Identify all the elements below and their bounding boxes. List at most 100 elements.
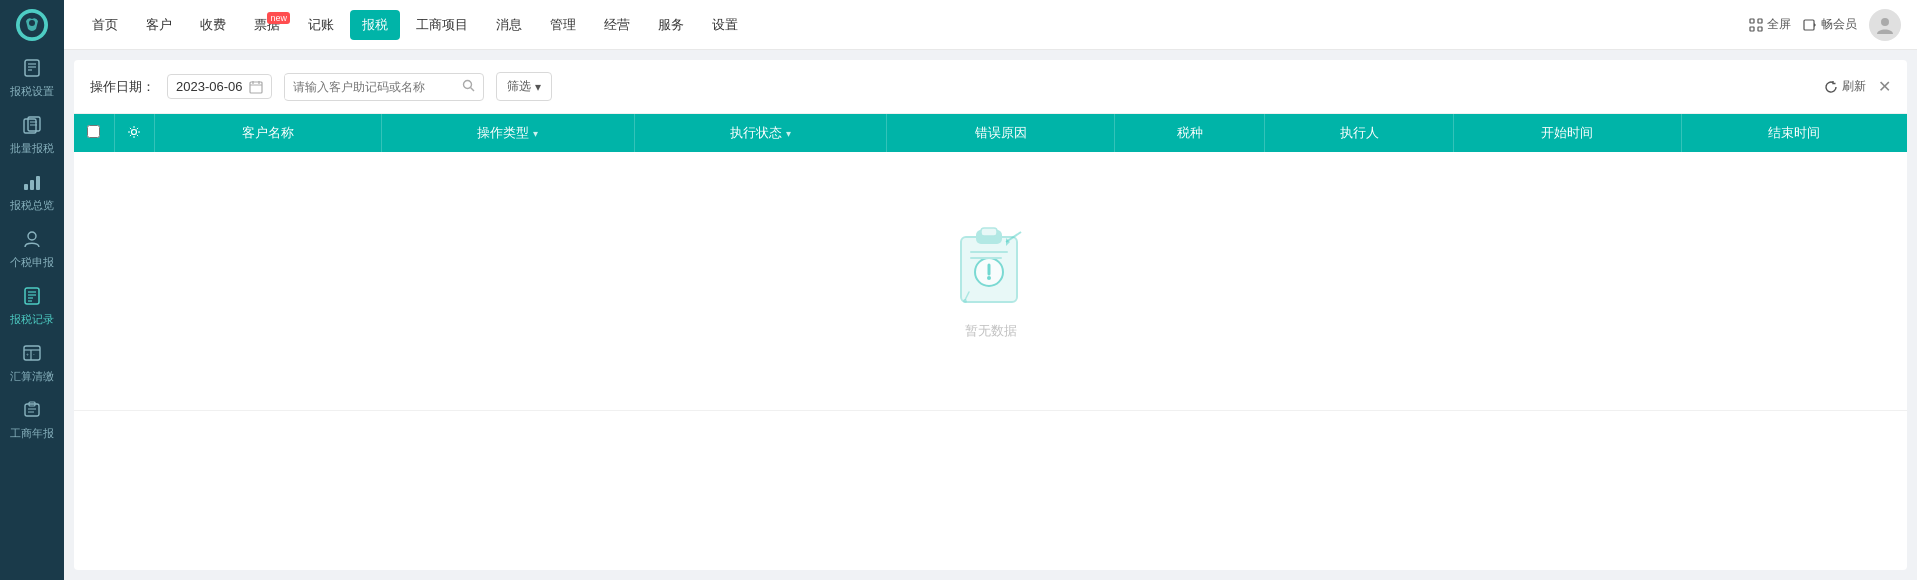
- refresh-label: 刷新: [1842, 78, 1866, 95]
- logo-icon: [16, 9, 48, 41]
- calendar-icon: [249, 80, 263, 94]
- nav-right: 全屏 畅会员: [1749, 9, 1901, 41]
- nav-item-kehu[interactable]: 客户: [134, 10, 184, 40]
- sidebar-item-baoshui-shezhi[interactable]: 报税设置: [0, 50, 64, 107]
- sidebar-item-label: 报税设置: [10, 84, 54, 99]
- empty-state-cell: 暂无数据: [74, 152, 1907, 411]
- sidebar-item-baoshui-jilu[interactable]: 报税记录: [0, 278, 64, 335]
- svg-line-41: [470, 87, 474, 91]
- nav-item-shezhi[interactable]: 设置: [700, 10, 750, 40]
- sort-icon: ▾: [533, 128, 538, 139]
- search-button[interactable]: [454, 74, 483, 100]
- sidebar-logo: [0, 0, 64, 50]
- sidebar-item-label: 批量报税: [10, 141, 54, 156]
- nav-item-piaoju[interactable]: 票据 new: [242, 10, 292, 40]
- member-btn[interactable]: 畅会员: [1803, 16, 1857, 33]
- video-icon: [1803, 18, 1817, 32]
- sidebar-item-baoshui-zonglang[interactable]: 报税总览: [0, 164, 64, 221]
- filter-label: 筛选: [507, 78, 531, 95]
- th-jieshu-shijian: 结束时间: [1681, 114, 1907, 152]
- chevron-down-icon: ▾: [535, 80, 541, 94]
- svg-point-1: [29, 20, 35, 26]
- refresh-button[interactable]: 刷新: [1824, 78, 1866, 95]
- filter-button[interactable]: 筛选 ▾: [496, 72, 552, 101]
- th-zhixingren: 执行人: [1265, 114, 1454, 152]
- sort-icon: ▾: [786, 128, 791, 139]
- sidebar-item-gongshang-nianbao[interactable]: 工商年报: [0, 392, 64, 449]
- svg-point-42: [132, 129, 137, 134]
- nav-item-guanli[interactable]: 管理: [538, 10, 588, 40]
- sidebar-item-label: 报税总览: [10, 198, 54, 213]
- svg-point-48: [987, 276, 991, 280]
- svg-rect-29: [1758, 19, 1762, 23]
- svg-rect-36: [250, 82, 262, 93]
- nav-item-shouye[interactable]: 首页: [80, 10, 130, 40]
- svg-rect-14: [25, 288, 39, 304]
- nav-item-jizhang[interactable]: 记账: [296, 10, 346, 40]
- settings-icon: [127, 125, 141, 139]
- main-panel: 操作日期： 2023-06-06: [74, 60, 1907, 570]
- sidebar-item-label: 报税记录: [10, 312, 54, 327]
- empty-state-row: 暂无数据: [74, 152, 1907, 411]
- sidebar: 报税设置 批量报税 报税总览: [0, 0, 64, 580]
- piaoju-new-badge: new: [267, 12, 290, 25]
- th-checkbox[interactable]: [74, 114, 114, 152]
- geshuishenqing-icon: [22, 229, 42, 252]
- table-header-row: 客户名称 操作类型 ▾ 执行状态 ▾ 错误原因 税种 执行人: [74, 114, 1907, 152]
- sidebar-item-huisuan-jiaoshu[interactable]: + - 汇算清缴: [0, 335, 64, 392]
- th-zhixing-zhuangtai[interactable]: 执行状态 ▾: [634, 114, 887, 152]
- baoshui-jilu-icon: [22, 286, 42, 309]
- nav-item-baoshui[interactable]: 报税: [350, 10, 400, 40]
- baoshui-zonglang-icon: [22, 172, 42, 195]
- th-shuizhong: 税种: [1114, 114, 1265, 152]
- baoshui-shezhi-icon: [22, 58, 42, 81]
- svg-rect-2: [25, 60, 39, 76]
- svg-text:+: +: [26, 351, 29, 357]
- select-all-checkbox[interactable]: [87, 125, 100, 138]
- nav-item-shoufei[interactable]: 收费: [188, 10, 238, 40]
- svg-rect-30: [1750, 27, 1754, 31]
- nav-item-fuwu[interactable]: 服务: [646, 10, 696, 40]
- svg-point-54: [963, 299, 967, 303]
- date-value: 2023-06-06: [176, 79, 243, 94]
- fullscreen-icon: [1749, 18, 1763, 32]
- sidebar-item-label: 个税申报: [10, 255, 54, 270]
- toolbar: 操作日期： 2023-06-06: [74, 60, 1907, 114]
- svg-point-40: [463, 80, 471, 88]
- content-area: 操作日期： 2023-06-06: [64, 50, 1917, 580]
- svg-marker-33: [1814, 23, 1816, 27]
- svg-rect-28: [1750, 19, 1754, 23]
- user-avatar[interactable]: [1869, 9, 1901, 41]
- nav-item-jingying[interactable]: 经营: [592, 10, 642, 40]
- search-icon: [462, 79, 475, 92]
- sidebar-item-geshuishenqing[interactable]: 个税申报: [0, 221, 64, 278]
- svg-rect-31: [1758, 27, 1762, 31]
- fullscreen-btn[interactable]: 全屏: [1749, 16, 1791, 33]
- table-wrap: 客户名称 操作类型 ▾ 执行状态 ▾ 错误原因 税种 执行人: [74, 114, 1907, 570]
- th-caozuo-leixing[interactable]: 操作类型 ▾: [381, 114, 634, 152]
- nav-item-gongshang-xiangmu[interactable]: 工商项目: [404, 10, 480, 40]
- th-cuowu-yuanyin: 错误原因: [887, 114, 1114, 152]
- sidebar-item-piliang-baoshui[interactable]: 批量报税: [0, 107, 64, 164]
- svg-point-13: [28, 232, 36, 240]
- gongshang-nianbao-icon: [22, 400, 42, 423]
- th-settings[interactable]: [114, 114, 154, 152]
- svg-point-35: [1881, 18, 1889, 26]
- close-button[interactable]: ✕: [1878, 77, 1891, 96]
- sidebar-item-label: 工商年报: [10, 426, 54, 441]
- svg-text:-: -: [33, 351, 35, 357]
- huisuan-jiaoshu-icon: + -: [22, 343, 42, 366]
- date-picker[interactable]: 2023-06-06: [167, 74, 272, 99]
- table-body: 暂无数据: [74, 152, 1907, 411]
- svg-rect-32: [1804, 20, 1814, 30]
- nav-item-xiaoxi[interactable]: 消息: [484, 10, 534, 40]
- svg-rect-11: [30, 180, 34, 190]
- search-field[interactable]: [284, 73, 484, 101]
- empty-clipboard-icon: [951, 222, 1031, 312]
- search-input[interactable]: [285, 75, 454, 99]
- data-table: 客户名称 操作类型 ▾ 执行状态 ▾ 错误原因 税种 执行人: [74, 114, 1907, 411]
- sidebar-item-label: 汇算清缴: [10, 369, 54, 384]
- refresh-icon: [1824, 80, 1838, 94]
- empty-state: 暂无数据: [86, 162, 1895, 400]
- svg-rect-12: [36, 176, 40, 190]
